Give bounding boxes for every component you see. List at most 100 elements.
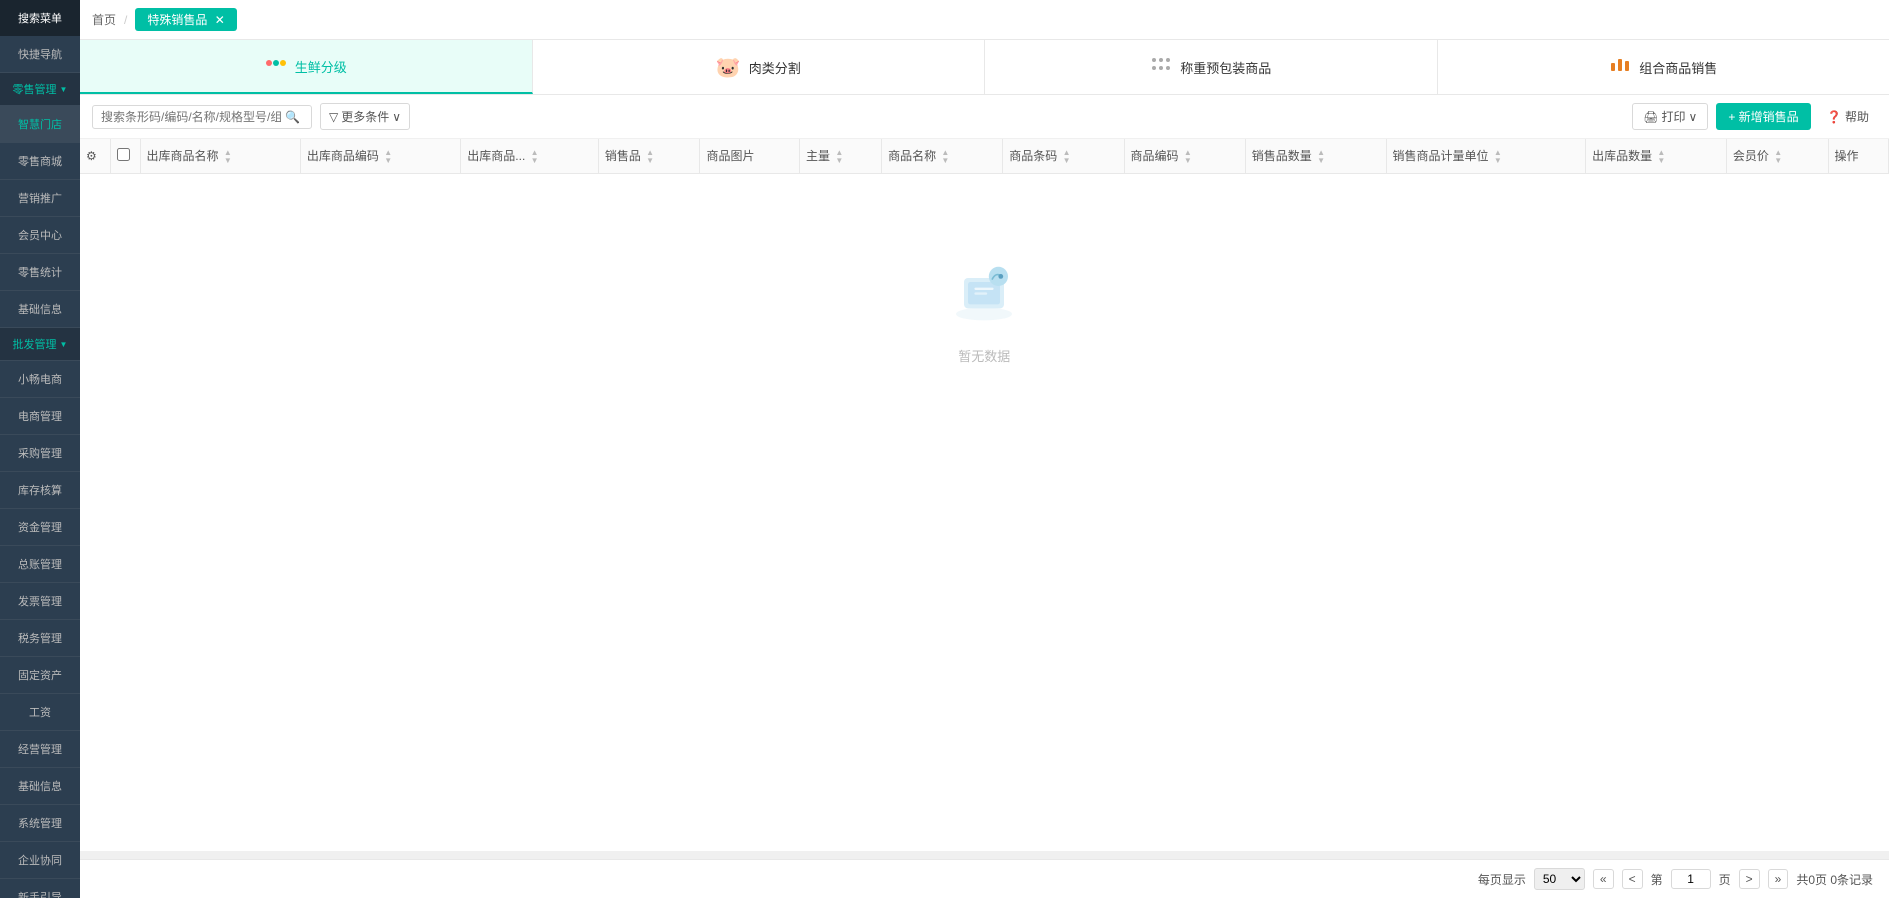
sort-arrows-icon: ▲▼ xyxy=(224,149,232,165)
sidebar-item-purchase-mgmt[interactable]: 采购管理 xyxy=(0,435,80,472)
toolbar-right: 🖨 打印 ∨ + 新增销售品 ❓ 帮助 xyxy=(1632,103,1877,130)
sidebar-logo[interactable]: 搜索菜单 xyxy=(0,0,80,36)
th-sales-qty[interactable]: 销售品数量 ▲▼ xyxy=(1245,139,1386,173)
th-main-quantity[interactable]: 主量 ▲▼ xyxy=(800,139,882,173)
sidebar-item-business-mgmt[interactable]: 经营管理 xyxy=(0,731,80,768)
per-page-select[interactable]: 50 10 20 100 xyxy=(1534,868,1585,890)
top-bar: 首页 / 特殊销售品 ✕ xyxy=(80,0,1889,40)
filter-label: 更多条件 xyxy=(341,108,389,125)
sidebar-item-ledger-mgmt[interactable]: 总账管理 xyxy=(0,546,80,583)
breadcrumb-home[interactable]: 首页 xyxy=(92,11,116,28)
print-arrow-icon: ∨ xyxy=(1689,110,1698,124)
weigh-prepack-icon xyxy=(1150,55,1172,79)
sidebar-item-member-center[interactable]: 会员中心 xyxy=(0,217,80,254)
th-product-code[interactable]: 商品编码 ▲▼ xyxy=(1124,139,1245,173)
pagination-bar: 每页显示 50 10 20 100 « < 第 页 > » 共0页 0条记录 xyxy=(80,859,1889,898)
toolbar: 🔍 ▽ 更多条件 ∨ 🖨 打印 ∨ + 新增销售品 ❓ 帮助 xyxy=(80,95,1889,139)
tab-label-fresh-grading: 生鲜分级 xyxy=(295,57,347,76)
page-suffix: 页 xyxy=(1719,871,1731,888)
th-sales-product[interactable]: 销售品 ▲▼ xyxy=(598,139,700,173)
next-page-button[interactable]: > xyxy=(1739,869,1760,889)
sort-arrows-icon: ▲▼ xyxy=(941,149,949,165)
last-page-button[interactable]: » xyxy=(1768,869,1789,889)
sort-arrows-icon: ▲▼ xyxy=(384,149,392,165)
sort-arrows-icon: ▲▼ xyxy=(1774,149,1782,165)
tab-combo-sales[interactable]: 组合商品销售 xyxy=(1438,40,1889,94)
tab-weigh-prepack[interactable]: 称重预包装商品 xyxy=(985,40,1438,94)
sort-arrows-icon: ▲▼ xyxy=(1657,149,1665,165)
print-icon: 🖨 xyxy=(1643,110,1658,124)
sidebar-item-enterprise-collab[interactable]: 企业协同 xyxy=(0,842,80,879)
fresh-grading-icon xyxy=(265,54,287,78)
help-label: 帮助 xyxy=(1845,110,1869,124)
sidebar-item-payroll[interactable]: 工资 xyxy=(0,694,80,731)
tab-meat-cutting[interactable]: 🐷 肉类分割 xyxy=(533,40,986,94)
th-action: 操作 xyxy=(1828,139,1889,173)
main-content: 首页 / 特殊销售品 ✕ 生鲜分级 🐷 肉类分割 xyxy=(80,0,1889,898)
sidebar-item-retail-mall[interactable]: 零售商城 xyxy=(0,143,80,180)
data-table: ⚙ 出库商品名称 ▲▼ 出库商品编码 ▲▼ 出库商品... ▲▼ xyxy=(80,139,1889,445)
page-label: 第 xyxy=(1651,871,1663,888)
search-icon[interactable]: 🔍 xyxy=(285,110,300,124)
sidebar-item-new-guide[interactable]: 新手引导 xyxy=(0,879,80,898)
tab-label-combo-sales: 组合商品销售 xyxy=(1639,58,1717,77)
empty-state-text: 暂无数据 xyxy=(958,346,1010,365)
sidebar-item-inventory[interactable]: 库存核算 xyxy=(0,472,80,509)
tab-fresh-grading[interactable]: 生鲜分级 xyxy=(80,40,533,94)
sidebar-item-ecommerce-mgmt[interactable]: 电商管理 xyxy=(0,398,80,435)
filter-button[interactable]: ▽ 更多条件 ∨ xyxy=(320,103,410,130)
help-button[interactable]: ❓ 帮助 xyxy=(1819,104,1877,129)
th-product-name[interactable]: 商品名称 ▲▼ xyxy=(882,139,1003,173)
per-page-label: 每页显示 xyxy=(1478,871,1526,888)
th-product-barcode[interactable]: 商品条码 ▲▼ xyxy=(1003,139,1124,173)
sidebar-item-ecommerce-light[interactable]: 小畅电商 xyxy=(0,361,80,398)
close-tab-icon[interactable]: ✕ xyxy=(215,13,225,27)
category-tabs: 生鲜分级 🐷 肉类分割 称重预包装商品 xyxy=(80,40,1889,95)
sidebar-item-base-info-1[interactable]: 基础信息 xyxy=(0,291,80,328)
sidebar-item-quick-nav[interactable]: 快捷导航 xyxy=(0,36,80,73)
tab-label-meat-cutting: 肉类分割 xyxy=(749,58,801,77)
sort-arrows-icon: ▲▼ xyxy=(646,149,654,165)
sidebar-item-fund-mgmt[interactable]: 资金管理 xyxy=(0,509,80,546)
sidebar-item-tax-mgmt[interactable]: 税务管理 xyxy=(0,620,80,657)
sidebar-item-invoice-mgmt[interactable]: 发票管理 xyxy=(0,583,80,620)
th-warehouse-qty[interactable]: 出库品数量 ▲▼ xyxy=(1586,139,1727,173)
filter-icon: ▽ xyxy=(329,110,338,124)
sidebar-item-wholesale-mgmt[interactable]: 批发管理 ▼ xyxy=(0,328,80,361)
print-button[interactable]: 🖨 打印 ∨ xyxy=(1632,103,1708,130)
sidebar-item-smart-store[interactable]: 智慧门店 xyxy=(0,106,80,143)
sidebar: 搜索菜单 快捷导航 零售管理 ▼ 智慧门店 零售商城 营销推广 会员中心 零售统… xyxy=(0,0,80,898)
sidebar-item-label: 批发管理 xyxy=(13,336,57,352)
select-all-checkbox[interactable] xyxy=(117,148,130,161)
th-settings[interactable]: ⚙ xyxy=(80,139,110,173)
new-item-button[interactable]: + 新增销售品 xyxy=(1716,103,1810,130)
search-input[interactable] xyxy=(101,110,281,124)
total-records-label: 共0页 0条记录 xyxy=(1796,871,1873,888)
sidebar-item-marketing[interactable]: 营销推广 xyxy=(0,180,80,217)
sidebar-item-base-info-2[interactable]: 基础信息 xyxy=(0,768,80,805)
help-icon: ❓ xyxy=(1827,110,1842,124)
sort-arrows-icon: ▲▼ xyxy=(1184,149,1192,165)
th-checkbox[interactable] xyxy=(110,139,140,173)
search-box[interactable]: 🔍 xyxy=(92,105,312,129)
horizontal-scrollbar[interactable] xyxy=(80,851,1889,859)
empty-state-illustration xyxy=(944,254,1024,334)
sidebar-item-retail-stats[interactable]: 零售统计 xyxy=(0,254,80,291)
th-warehouse-product-name[interactable]: 出库商品名称 ▲▼ xyxy=(140,139,300,173)
th-member-price[interactable]: 会员价 ▲▼ xyxy=(1726,139,1828,173)
sort-arrows-icon: ▲▼ xyxy=(835,149,843,165)
page-number-input[interactable] xyxy=(1671,869,1711,889)
sort-arrows-icon: ▲▼ xyxy=(1317,149,1325,165)
breadcrumb-current[interactable]: 特殊销售品 ✕ xyxy=(135,8,236,31)
meat-cutting-icon: 🐷 xyxy=(716,55,741,80)
combo-sales-icon xyxy=(1609,55,1631,79)
sidebar-item-fixed-assets[interactable]: 固定资产 xyxy=(0,657,80,694)
prev-page-button[interactable]: < xyxy=(1622,869,1643,889)
first-page-button[interactable]: « xyxy=(1593,869,1614,889)
th-sales-unit[interactable]: 销售商品计量单位 ▲▼ xyxy=(1386,139,1586,173)
th-product-image: 商品图片 xyxy=(700,139,800,173)
th-warehouse-product-extra[interactable]: 出库商品... ▲▼ xyxy=(461,139,599,173)
sidebar-item-system-mgmt[interactable]: 系统管理 xyxy=(0,805,80,842)
th-warehouse-product-code[interactable]: 出库商品编码 ▲▼ xyxy=(300,139,460,173)
sidebar-item-retail-mgmt[interactable]: 零售管理 ▼ xyxy=(0,73,80,106)
